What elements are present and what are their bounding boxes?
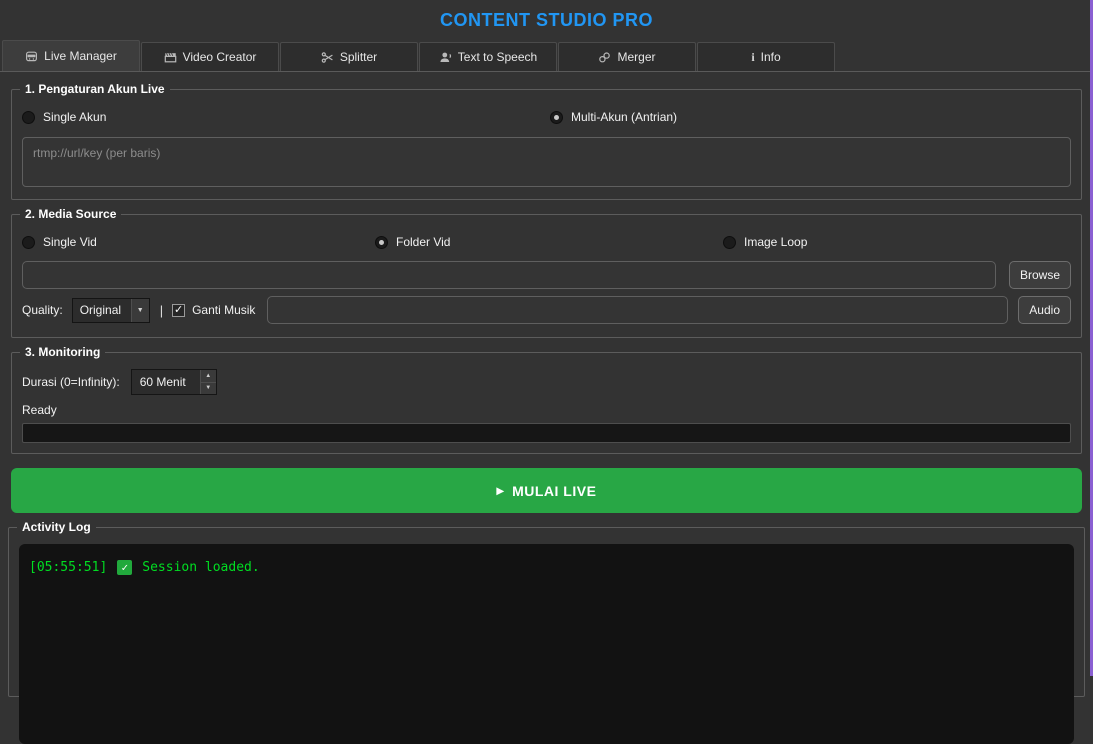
chain-link-icon bbox=[598, 51, 611, 64]
app-title: CONTENT STUDIO PRO bbox=[439, 9, 653, 30]
tab-merger[interactable]: Merger bbox=[558, 42, 696, 71]
tab-label: Live Manager bbox=[44, 49, 117, 63]
log-timestamp: [05:55:51] bbox=[29, 560, 108, 575]
scissors-icon bbox=[321, 51, 334, 64]
radio-label: Folder Vid bbox=[396, 235, 451, 249]
titlebar: CONTENT STUDIO PRO bbox=[0, 0, 1093, 40]
tab-label: Splitter bbox=[339, 50, 378, 64]
radio-image-loop[interactable]: Image Loop bbox=[723, 235, 807, 249]
mulai-live-button[interactable]: ▸ MULAI LIVE bbox=[11, 468, 1082, 513]
spinner-buttons: ▲ ▼ bbox=[199, 370, 216, 394]
radio-label: Multi-Akun (Antrian) bbox=[571, 110, 678, 124]
ganti-musik-checkbox[interactable]: Ganti Musik bbox=[172, 303, 255, 317]
live-manager-icon bbox=[25, 50, 38, 63]
tab-live-manager[interactable]: Live Manager bbox=[2, 40, 140, 71]
tab-video-creator[interactable]: Video Creator bbox=[141, 42, 279, 71]
log-message: Session loaded. bbox=[142, 560, 260, 575]
separator: | bbox=[159, 302, 164, 318]
radio-circle-icon bbox=[22, 235, 35, 249]
status-text: Ready bbox=[22, 403, 57, 417]
tab-bar: Live Manager Video Creator Splitter Text… bbox=[0, 40, 1093, 71]
spin-down-icon[interactable]: ▼ bbox=[200, 381, 216, 394]
rtmp-url-textarea[interactable]: rtmp://url/key (per baris) bbox=[22, 137, 1071, 187]
info-icon: i bbox=[751, 49, 755, 64]
tab-label: Video Creator bbox=[182, 50, 257, 64]
radio-label: Single Akun bbox=[43, 110, 107, 124]
app-window: { "app": { "title": "CONTENT STUDIO PRO"… bbox=[0, 0, 1093, 744]
radio-circle-icon bbox=[22, 110, 35, 124]
green-check-emoji bbox=[117, 560, 133, 575]
durasi-spinbox[interactable]: 60 Menit ▲ ▼ bbox=[130, 369, 217, 395]
person-speech-icon bbox=[439, 51, 452, 64]
radio-circle-icon bbox=[723, 235, 736, 249]
radio-circle-icon bbox=[550, 110, 563, 124]
tab-text-to-speech[interactable]: Text to Speech bbox=[419, 42, 557, 71]
live-manager-panel: 1. Pengaturan Akun Live Single Akun Mult… bbox=[0, 71, 1093, 744]
checkbox-check-icon bbox=[172, 303, 186, 317]
tab-label: Info bbox=[760, 50, 781, 64]
log-entry: [05:55:51] Session loaded. bbox=[29, 560, 1064, 575]
media-path-input[interactable] bbox=[22, 261, 996, 289]
section-title: 1. Pengaturan Akun Live bbox=[20, 82, 170, 96]
radio-single-akun[interactable]: Single Akun bbox=[22, 110, 106, 124]
progress-bar bbox=[22, 423, 1071, 443]
radio-multi-akun[interactable]: Multi-Akun (Antrian) bbox=[550, 110, 677, 124]
quality-value: Original bbox=[79, 303, 122, 317]
durasi-label: Durasi (0=Infinity): bbox=[22, 375, 120, 389]
activity-log-console[interactable]: [05:55:51] Session loaded. bbox=[19, 544, 1074, 744]
radio-folder-vid[interactable]: Folder Vid bbox=[375, 235, 450, 249]
tab-label: Merger bbox=[617, 50, 656, 64]
section-media-source: 2. Media Source Single Vid Folder Vid Im… bbox=[11, 207, 1082, 338]
section-title: 2. Media Source bbox=[20, 207, 122, 221]
section-title: 3. Monitoring bbox=[20, 345, 106, 359]
radio-label: Single Vid bbox=[43, 235, 97, 249]
quality-combobox[interactable]: Original ▼ bbox=[71, 297, 150, 323]
checkbox-label: Ganti Musik bbox=[192, 303, 256, 317]
music-path-input[interactable] bbox=[267, 296, 1009, 324]
radio-label: Image Loop bbox=[744, 235, 808, 249]
tab-splitter[interactable]: Splitter bbox=[280, 42, 418, 71]
durasi-value: 60 Menit bbox=[139, 375, 186, 389]
audio-button[interactable]: Audio bbox=[1018, 296, 1071, 324]
spin-up-icon[interactable]: ▲ bbox=[200, 370, 216, 382]
chevron-down-icon[interactable]: ▼ bbox=[130, 298, 149, 322]
section-monitoring: 3. Monitoring Durasi (0=Infinity): 60 Me… bbox=[11, 345, 1082, 454]
radio-single-vid[interactable]: Single Vid bbox=[22, 235, 97, 249]
tab-info[interactable]: i Info bbox=[697, 42, 835, 71]
radio-circle-icon bbox=[375, 235, 388, 249]
play-icon: ▸ bbox=[496, 482, 505, 498]
mulai-live-label: MULAI LIVE bbox=[512, 482, 597, 499]
section-activity-log: Activity Log [05:55:51] Session loaded. bbox=[8, 520, 1085, 744]
section-title: Activity Log bbox=[17, 520, 96, 534]
section-pengaturan-akun-live: 1. Pengaturan Akun Live Single Akun Mult… bbox=[11, 82, 1082, 200]
tab-label: Text to Speech bbox=[457, 50, 538, 64]
quality-label: Quality: bbox=[22, 303, 63, 317]
browse-button[interactable]: Browse bbox=[1008, 261, 1071, 289]
video-creator-icon bbox=[164, 51, 177, 64]
